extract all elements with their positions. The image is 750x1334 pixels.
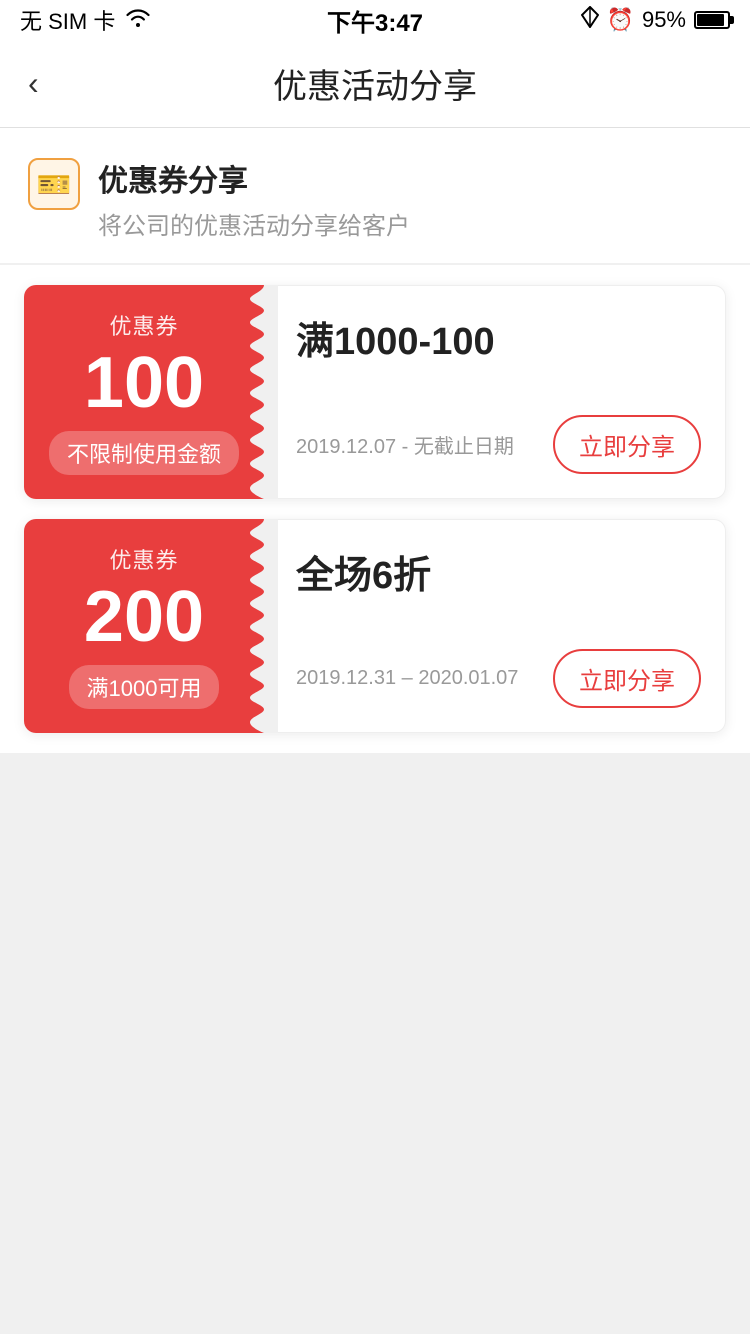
coupon-date-2: 2019.12.31 – 2020.01.07 xyxy=(296,667,541,690)
bottom-area xyxy=(0,753,750,1303)
coupon-card-2: 优惠券 200 满1000可用 全场6折 2019.12.31 – 2020.0… xyxy=(24,519,726,733)
section-header: 🎫 优惠券分享 将公司的优惠活动分享给客户 xyxy=(0,128,750,263)
section-title: 优惠券分享 xyxy=(98,156,410,200)
coupon-icon: 🎫 xyxy=(37,168,72,201)
share-button-2[interactable]: 立即分享 xyxy=(553,649,701,708)
coupon-condition-1: 不限制使用金额 xyxy=(67,442,221,467)
section-icon: 🎫 xyxy=(28,158,80,210)
coupon-card-1: 优惠券 100 不限制使用金额 满1000-100 2019.12.07 - 无… xyxy=(24,285,726,499)
coupon-bottom-1: 2019.12.07 - 无截止日期 立即分享 xyxy=(296,415,701,474)
coupon-condition-2: 满1000可用 xyxy=(87,676,202,701)
coupon-condition-bg-1: 不限制使用金额 xyxy=(49,431,239,475)
nav-bar: ‹ 优惠活动分享 xyxy=(0,40,750,128)
carrier-text: 无 SIM 卡 xyxy=(20,4,115,36)
coupon-amount-1: 100 xyxy=(84,347,204,419)
coupon-bottom-2: 2019.12.31 – 2020.01.07 立即分享 xyxy=(296,649,701,708)
section-text-block: 优惠券分享 将公司的优惠活动分享给客户 xyxy=(98,156,410,241)
status-bar: 无 SIM 卡 下午3:47 ⏰ 95% xyxy=(0,0,750,40)
status-left: 无 SIM 卡 xyxy=(20,4,151,36)
coupon-name-1: 满1000-100 xyxy=(296,310,701,365)
zigzag-2 xyxy=(250,519,278,733)
coupon-label-2: 优惠券 xyxy=(109,543,178,575)
wifi-icon xyxy=(125,7,151,33)
coupon-left-2: 优惠券 200 满1000可用 xyxy=(24,519,264,733)
coupon-label-1: 优惠券 xyxy=(109,309,178,341)
status-time: 下午3:47 xyxy=(327,3,423,38)
coupon-condition-bg-2: 满1000可用 xyxy=(69,665,220,709)
section-subtitle: 将公司的优惠活动分享给客户 xyxy=(98,206,410,241)
status-right: ⏰ 95% xyxy=(581,6,730,34)
coupon-list: 优惠券 100 不限制使用金额 满1000-100 2019.12.07 - 无… xyxy=(0,265,750,753)
coupon-right-1: 满1000-100 2019.12.07 - 无截止日期 立即分享 xyxy=(264,285,726,499)
coupon-date-1: 2019.12.07 - 无截止日期 xyxy=(296,430,541,459)
nav-title: 优惠活动分享 xyxy=(273,59,477,108)
coupon-name-2: 全场6折 xyxy=(296,544,701,599)
back-button[interactable]: ‹ xyxy=(28,65,39,102)
coupon-left-1: 优惠券 100 不限制使用金额 xyxy=(24,285,264,499)
alarm-icon: ⏰ xyxy=(607,7,634,33)
battery-icon xyxy=(694,11,730,29)
coupon-amount-2: 200 xyxy=(84,581,204,653)
location-icon xyxy=(581,6,599,34)
battery-percent: 95% xyxy=(642,7,686,33)
coupon-right-2: 全场6折 2019.12.31 – 2020.01.07 立即分享 xyxy=(264,519,726,733)
zigzag-1 xyxy=(250,285,278,499)
share-button-1[interactable]: 立即分享 xyxy=(553,415,701,474)
